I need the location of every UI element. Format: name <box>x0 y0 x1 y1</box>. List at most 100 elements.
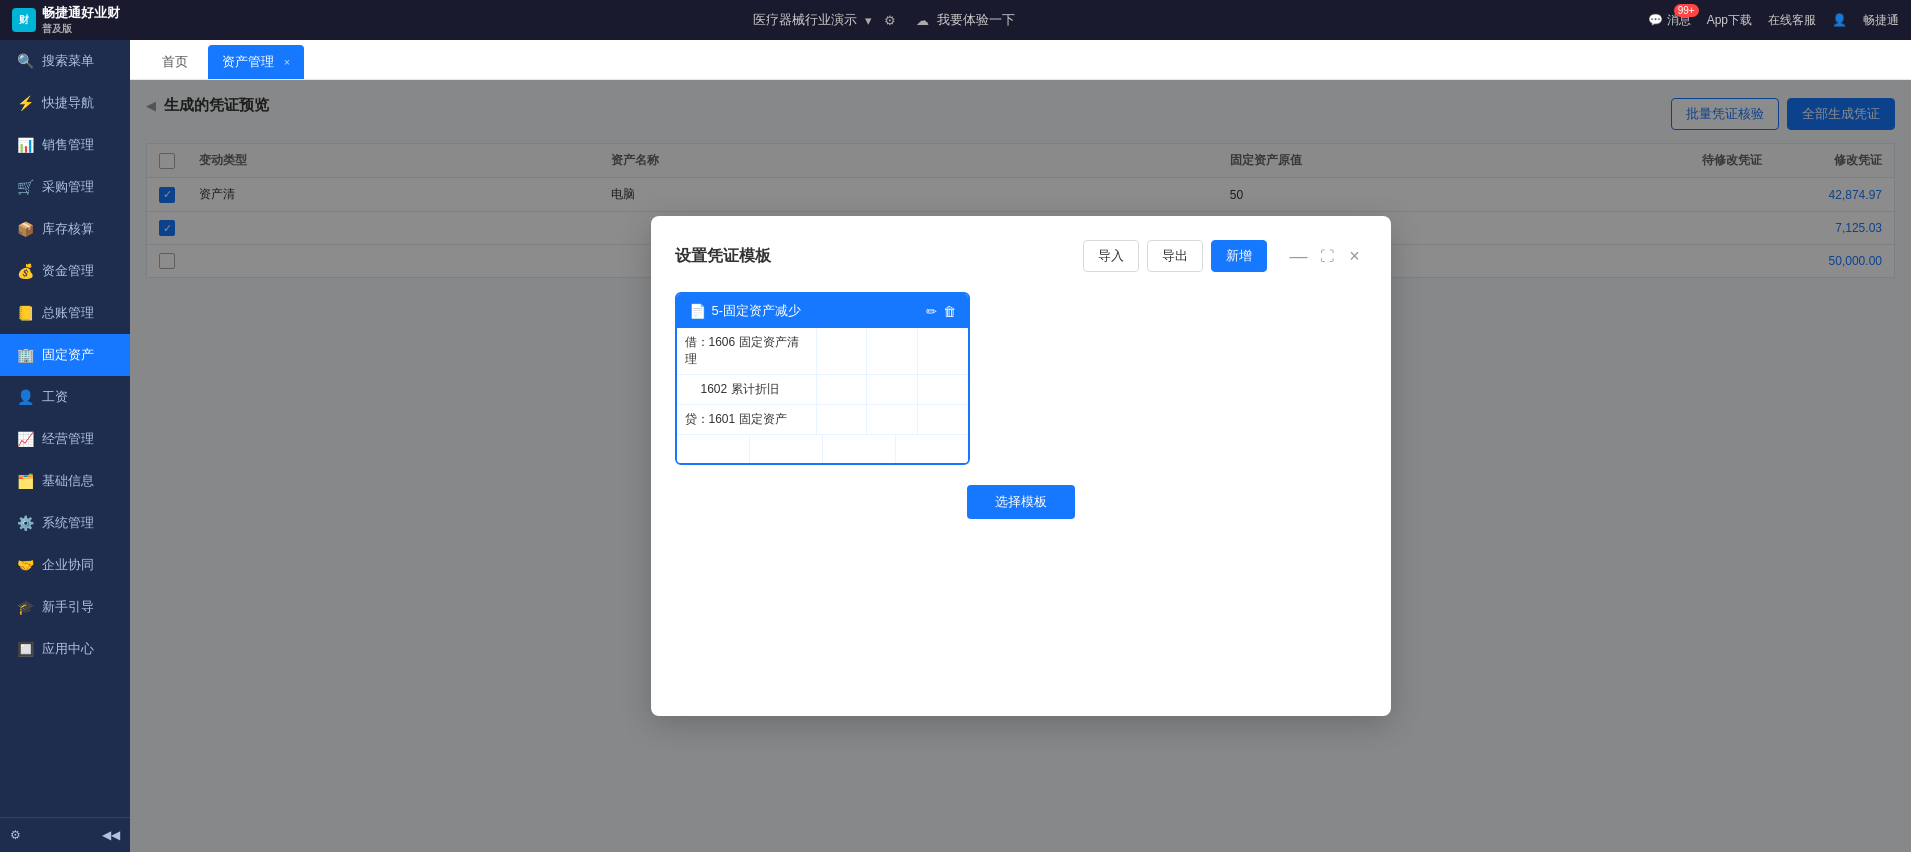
sidebar-item-search[interactable]: 🔍 搜索菜单 <box>0 40 130 82</box>
payroll-icon: 👤 <box>16 388 34 406</box>
sidebar-label-base-info: 基础信息 <box>42 472 94 490</box>
template-cell-3-2 <box>867 375 918 404</box>
template-cell-label-3: 贷：1601 固定资产 <box>677 405 817 434</box>
purchase-icon: 🛒 <box>16 178 34 196</box>
sidebar-item-payroll[interactable]: 👤 工资 <box>0 376 130 418</box>
template-cell-3-3 <box>867 405 918 434</box>
sidebar-label-system: 系统管理 <box>42 514 94 532</box>
app-logo: 财 畅捷通好业财 普及版 <box>12 4 120 36</box>
dialog-actions: 导入 导出 新增 <box>1083 240 1267 272</box>
template-cell-2-3 <box>817 405 868 434</box>
dialog-maximize-btn[interactable]: ⛶ <box>1315 244 1339 268</box>
template-empty-row <box>677 435 968 463</box>
sidebar-label-quick-nav: 快捷导航 <box>42 94 94 112</box>
template-cell-4-3 <box>918 405 968 434</box>
app-center-icon: 🔲 <box>16 640 34 658</box>
settings-icon[interactable]: ⚙ <box>884 13 896 28</box>
new-btn[interactable]: 新增 <box>1211 240 1267 272</box>
sidebar-collapse-btn[interactable]: ◀◀ <box>102 828 120 842</box>
template-name: 5-固定资产减少 <box>712 302 802 320</box>
sidebar-item-operations[interactable]: 📈 经营管理 <box>0 418 130 460</box>
top-bar-center: 医疗器械行业演示 ▾ ⚙ ☁ 我要体验一下 <box>753 11 1015 29</box>
template-card-body: 借：1606 固定资产清理 1602 累计折旧 <box>677 328 968 463</box>
sidebar-label-purchase: 采购管理 <box>42 178 94 196</box>
template-cell-2-1 <box>817 328 868 374</box>
dialog-header: 设置凭证模板 导入 导出 新增 — ⛶ × <box>675 240 1367 272</box>
sidebar-item-app-center[interactable]: 🔲 应用中心 <box>0 628 130 670</box>
dialog-close-btn[interactable]: × <box>1343 244 1367 268</box>
main-layout: 🔍 搜索菜单 ⚡ 快捷导航 📊 销售管理 🛒 采购管理 📦 库存核算 <box>0 40 1911 852</box>
template-row-2: 1602 累计折旧 <box>677 375 968 405</box>
notification-badge: 99+ <box>1674 4 1699 17</box>
enterprise-icon: 🤝 <box>16 556 34 574</box>
select-template-btn[interactable]: 选择模板 <box>967 485 1075 519</box>
username[interactable]: 畅捷通 <box>1863 12 1899 29</box>
template-cell-3-1 <box>867 328 918 374</box>
quick-nav-icon: ⚡ <box>16 94 34 112</box>
tab-close-icon[interactable]: × <box>284 56 290 68</box>
top-bar-right: 💬 消息 99+ App下载 在线客服 👤 畅捷通 <box>1648 12 1899 29</box>
user-avatar: 👤 <box>1832 13 1847 27</box>
sidebar-label-sales: 销售管理 <box>42 136 94 154</box>
sidebar-label-inventory: 库存核算 <box>42 220 94 238</box>
app-name: 畅捷通好业财 普及版 <box>42 4 120 36</box>
tab-asset-mgmt[interactable]: 资产管理 × <box>208 45 304 79</box>
sidebar-scroll: 🔍 搜索菜单 ⚡ 快捷导航 📊 销售管理 🛒 采购管理 📦 库存核算 <box>0 40 130 817</box>
template-card-header-left: 📄 5-固定资产减少 <box>689 302 802 320</box>
sidebar-item-sales[interactable]: 📊 销售管理 <box>0 124 130 166</box>
sidebar-item-enterprise[interactable]: 🤝 企业协同 <box>0 544 130 586</box>
sidebar-label-enterprise: 企业协同 <box>42 556 94 574</box>
finance-icon: 💰 <box>16 262 34 280</box>
logo-icon: 财 <box>12 8 36 32</box>
ledger-icon: 📒 <box>16 304 34 322</box>
system-icon: ⚙️ <box>16 514 34 532</box>
template-cell-2-2 <box>817 375 868 404</box>
search-icon: 🔍 <box>16 52 34 70</box>
import-btn[interactable]: 导入 <box>1083 240 1139 272</box>
sidebar-label-finance: 资金管理 <box>42 262 94 280</box>
sidebar-label-ledger: 总账管理 <box>42 304 94 322</box>
sidebar-item-quick-nav[interactable]: ⚡ 快捷导航 <box>0 82 130 124</box>
dialog-minimize-btn[interactable]: — <box>1287 244 1311 268</box>
sidebar-label-app-center: 应用中心 <box>42 640 94 658</box>
sidebar-label-search: 搜索菜单 <box>42 52 94 70</box>
dialog-title: 设置凭证模板 <box>675 246 771 267</box>
tab-bar: 首页 资产管理 × <box>130 40 1911 80</box>
company-dropdown-icon[interactable]: ▾ <box>865 13 872 28</box>
sidebar-item-ledger[interactable]: 📒 总账管理 <box>0 292 130 334</box>
sidebar-label-payroll: 工资 <box>42 388 68 406</box>
fixed-assets-icon: 🏢 <box>16 346 34 364</box>
sidebar: 🔍 搜索菜单 ⚡ 快捷导航 📊 销售管理 🛒 采购管理 📦 库存核算 <box>0 40 130 852</box>
app-download-btn[interactable]: App下载 <box>1707 12 1752 29</box>
try-btn[interactable]: 我要体验一下 <box>937 11 1015 29</box>
app-container: 财 畅捷通好业财 普及版 医疗器械行业演示 ▾ ⚙ ☁ 我要体验一下 💬 消息 … <box>0 0 1911 852</box>
page-content: ◀ 生成的凭证预览 批量凭证核验 全部生成凭证 变动类型 <box>130 80 1911 852</box>
template-row-3: 贷：1601 固定资产 <box>677 405 968 435</box>
sidebar-settings-btn[interactable]: ⚙ <box>10 828 21 842</box>
base-info-icon: 🗂️ <box>16 472 34 490</box>
template-cell-label-2: 1602 累计折旧 <box>677 375 817 404</box>
sidebar-item-finance[interactable]: 💰 资金管理 <box>0 250 130 292</box>
sidebar-bottom: ⚙ ◀◀ <box>0 817 130 852</box>
template-card-header-icons: ✏ 🗑 <box>926 304 956 319</box>
notifications-btn[interactable]: 💬 消息 99+ <box>1648 12 1690 29</box>
sidebar-item-system[interactable]: ⚙️ 系统管理 <box>0 502 130 544</box>
content-area: 首页 资产管理 × ◀ 生成的凭证预览 批量凭证核验 <box>130 40 1911 852</box>
online-service-btn[interactable]: 在线客服 <box>1768 12 1816 29</box>
template-edit-icon[interactable]: ✏ <box>926 304 937 319</box>
company-selector[interactable]: 医疗器械行业演示 <box>753 11 857 29</box>
template-cell-4-2 <box>918 375 968 404</box>
sidebar-item-guide[interactable]: 🎓 新手引导 <box>0 586 130 628</box>
template-card-header: 📄 5-固定资产减少 ✏ 🗑 <box>677 294 968 328</box>
export-btn[interactable]: 导出 <box>1147 240 1203 272</box>
sidebar-item-base-info[interactable]: 🗂️ 基础信息 <box>0 460 130 502</box>
guide-icon: 🎓 <box>16 598 34 616</box>
template-delete-icon[interactable]: 🗑 <box>943 304 956 319</box>
inventory-icon: 📦 <box>16 220 34 238</box>
sidebar-item-purchase[interactable]: 🛒 采购管理 <box>0 166 130 208</box>
modal-overlay: 设置凭证模板 导入 导出 新增 — ⛶ × <box>130 80 1911 852</box>
sidebar-item-inventory[interactable]: 📦 库存核算 <box>0 208 130 250</box>
tab-home[interactable]: 首页 <box>146 45 204 79</box>
template-card: 📄 5-固定资产减少 ✏ 🗑 借：1606 固定资产清理 <box>675 292 970 465</box>
sidebar-item-fixed-assets[interactable]: 🏢 固定资产 <box>0 334 130 376</box>
